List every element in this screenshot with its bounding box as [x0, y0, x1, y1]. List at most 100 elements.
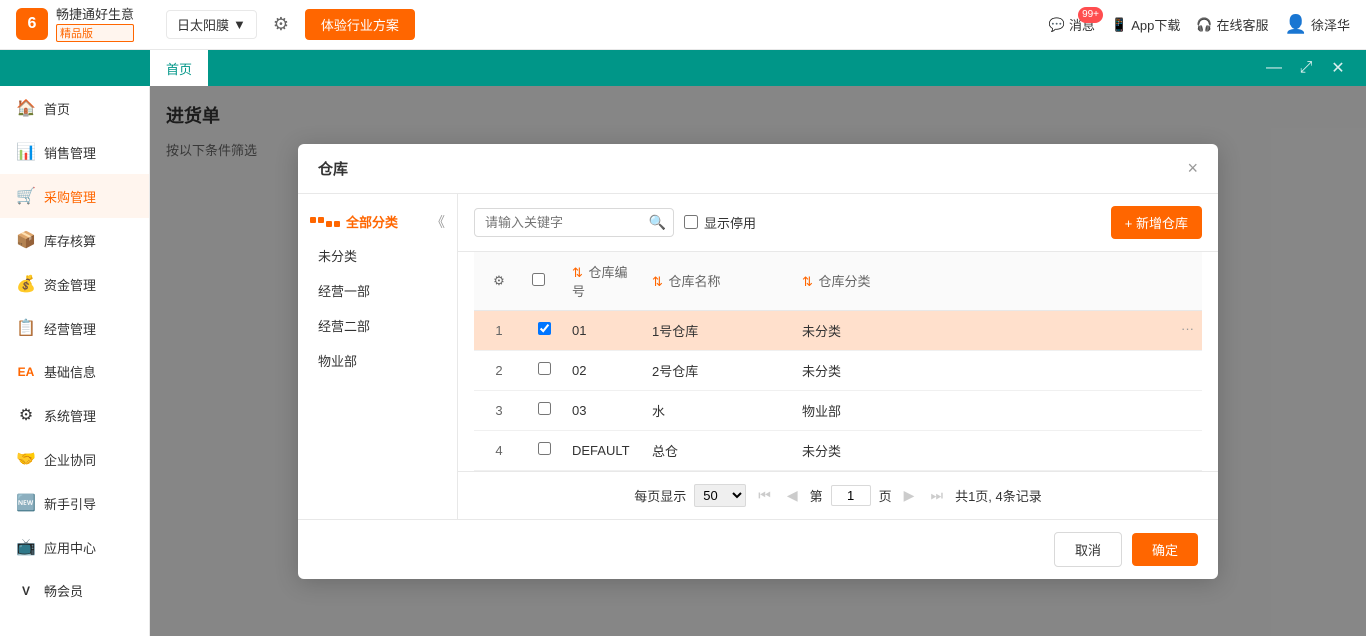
confirm-button[interactable]: 确定 — [1132, 533, 1198, 566]
add-warehouse-button[interactable]: + 新增仓库 — [1111, 206, 1202, 239]
message-button[interactable]: 💬 消息 99+ — [1049, 15, 1095, 34]
sidebar-item-finance[interactable]: 💰 资金管理 — [0, 262, 149, 306]
table-wrap: ⚙ ⇅ 仓库编号 ⇅ 仓库名称 — [458, 252, 1218, 471]
dialog-body: 全部分类 《 未分类 经营一部 经营二部 — [298, 194, 1218, 519]
sidebar-item-operations[interactable]: 📋 经营管理 — [0, 306, 149, 350]
row-index: 4 — [474, 430, 524, 470]
close-button[interactable]: ✕ — [1326, 56, 1350, 80]
category-dots-icon — [310, 217, 340, 227]
prev-page-button[interactable]: ◀ — [783, 485, 802, 506]
sidebar-item-basic-info[interactable]: EA 基础信息 — [0, 350, 149, 393]
service-label: 在线客服 — [1217, 15, 1269, 34]
sidebar-item-enterprise[interactable]: 🤝 企业协同 — [0, 437, 149, 481]
select-all-checkbox[interactable] — [532, 273, 545, 286]
page-label: 第 — [810, 486, 823, 505]
store-selector[interactable]: 日太阳膜 ▼ — [166, 10, 257, 39]
collapse-category-button[interactable]: 《 — [431, 212, 445, 232]
minimize-button[interactable]: — — [1262, 56, 1286, 80]
row-category: 物业部 — [794, 390, 1202, 430]
col-checkbox — [524, 252, 564, 311]
category-item-dept1[interactable]: 经营一部 — [298, 273, 457, 308]
inventory-icon: 📦 — [16, 230, 36, 250]
row-index: 2 — [474, 350, 524, 390]
sidebar-item-vip[interactable]: V 畅会员 — [0, 569, 149, 612]
next-page-button[interactable]: ▶ — [900, 485, 919, 506]
maximize-button[interactable]: ⤢ — [1294, 56, 1318, 80]
message-badge: 99+ — [1078, 7, 1103, 23]
brand-badge: 精品版 — [56, 24, 134, 42]
sales-icon: 📊 — [16, 142, 36, 162]
dialog-close-button[interactable]: × — [1187, 158, 1198, 179]
row-checkbox-cell[interactable] — [524, 390, 564, 430]
operations-icon: 📋 — [16, 318, 36, 338]
sidebar-item-sales[interactable]: 📊 销售管理 — [0, 130, 149, 174]
row-checkbox[interactable] — [538, 442, 551, 455]
last-page-button[interactable]: ⏭ — [926, 485, 947, 506]
header-right: 💬 消息 99+ 📱 App下载 🎧 在线客服 👤 徐泽华 — [1049, 14, 1350, 35]
main-layout: 🏠 首页 📊 销售管理 🛒 采购管理 📦 库存核算 💰 资金管理 📋 经营管理 … — [0, 86, 1366, 636]
row-checkbox[interactable] — [538, 402, 551, 415]
user-menu[interactable]: 👤 徐泽华 — [1285, 14, 1350, 35]
sidebar-item-home[interactable]: 🏠 首页 — [0, 86, 149, 130]
table-row[interactable]: 2 02 2号仓库 未分类 — [474, 350, 1202, 390]
search-input[interactable] — [474, 208, 674, 237]
all-category-header[interactable]: 全部分类 《 — [298, 206, 457, 238]
second-nav: 首页 — ⤢ ✕ — [0, 50, 1366, 86]
sort-icon-name: ⇅ — [652, 274, 663, 289]
sidebar-item-purchase[interactable]: 🛒 采购管理 — [0, 174, 149, 218]
sort-icon-code: ⇅ — [572, 265, 583, 280]
col-gear: ⚙ — [474, 252, 524, 311]
user-avatar: 👤 — [1285, 14, 1307, 35]
top-header: 6 畅捷通好生意 精品版 日太阳膜 ▼ ⚙ 体验行业方案 💬 消息 99+ 📱 … — [0, 0, 1366, 50]
row-name: 2号仓库 — [644, 350, 794, 390]
cancel-button[interactable]: 取消 — [1054, 532, 1122, 567]
system-icon: ⚙ — [16, 405, 36, 425]
customer-service-button[interactable]: 🎧 在线客服 — [1196, 15, 1268, 34]
finance-icon: 💰 — [16, 274, 36, 294]
per-page-select[interactable]: 50 20 100 — [694, 484, 746, 507]
category-panel: 全部分类 《 未分类 经营一部 经营二部 — [298, 194, 458, 519]
message-icon: 💬 — [1049, 17, 1065, 33]
dialog-title: 仓库 — [318, 158, 348, 179]
table-row[interactable]: 4 DEFAULT 总仓 未分类 — [474, 430, 1202, 470]
row-checkbox-cell[interactable] — [524, 310, 564, 350]
per-page-label: 每页显示 — [634, 486, 686, 505]
app-download-button[interactable]: 📱 App下载 — [1111, 15, 1180, 34]
row-checkbox[interactable] — [538, 322, 551, 335]
guide-icon: 🆕 — [16, 493, 36, 513]
category-item-property[interactable]: 物业部 — [298, 343, 457, 378]
show-disabled-checkbox[interactable] — [684, 215, 698, 229]
trial-button[interactable]: 体验行业方案 — [305, 9, 415, 40]
gear-col-icon: ⚙ — [493, 273, 505, 288]
category-item-dept2[interactable]: 经营二部 — [298, 308, 457, 343]
table-header-row: ⚙ ⇅ 仓库编号 ⇅ 仓库名称 — [474, 252, 1202, 311]
row-code: 03 — [564, 390, 644, 430]
row-checkbox-cell[interactable] — [524, 350, 564, 390]
brand-name: 畅捷通好生意 — [56, 7, 134, 24]
sidebar-item-guide[interactable]: 🆕 新手引导 — [0, 481, 149, 525]
service-icon: 🎧 — [1196, 17, 1212, 33]
row-category: 未分类 — [794, 430, 1202, 470]
sidebar-item-inventory[interactable]: 📦 库存核算 — [0, 218, 149, 262]
settings-button[interactable]: ⚙ — [265, 9, 297, 41]
user-name: 徐泽华 — [1311, 15, 1350, 34]
col-code: ⇅ 仓库编号 — [564, 252, 644, 311]
table-row[interactable]: 1 01 1号仓库 未分类 ··· — [474, 310, 1202, 350]
basic-info-icon: EA — [16, 365, 36, 379]
sidebar-item-app-center[interactable]: 📺 应用中心 — [0, 525, 149, 569]
sidebar-item-system[interactable]: ⚙ 系统管理 — [0, 393, 149, 437]
content-panel: 🔍 显示停用 + 新增仓库 — [458, 194, 1218, 519]
page-number-input[interactable] — [831, 485, 871, 506]
row-actions[interactable]: ··· — [1181, 321, 1194, 336]
row-checkbox[interactable] — [538, 362, 551, 375]
logo-area: 6 畅捷通好生意 精品版 — [16, 7, 166, 42]
nav-tab-home[interactable]: 首页 — [150, 50, 208, 86]
table-row[interactable]: 3 03 水 物业部 — [474, 390, 1202, 430]
row-checkbox-cell[interactable] — [524, 430, 564, 470]
dialog-header: 仓库 × — [298, 144, 1218, 194]
vip-icon: V — [16, 584, 36, 598]
first-page-button[interactable]: ⏮ — [754, 485, 775, 506]
all-category-title: 全部分类 — [310, 212, 398, 231]
category-item-unclassified[interactable]: 未分类 — [298, 238, 457, 273]
sort-icon-category: ⇅ — [802, 274, 813, 289]
